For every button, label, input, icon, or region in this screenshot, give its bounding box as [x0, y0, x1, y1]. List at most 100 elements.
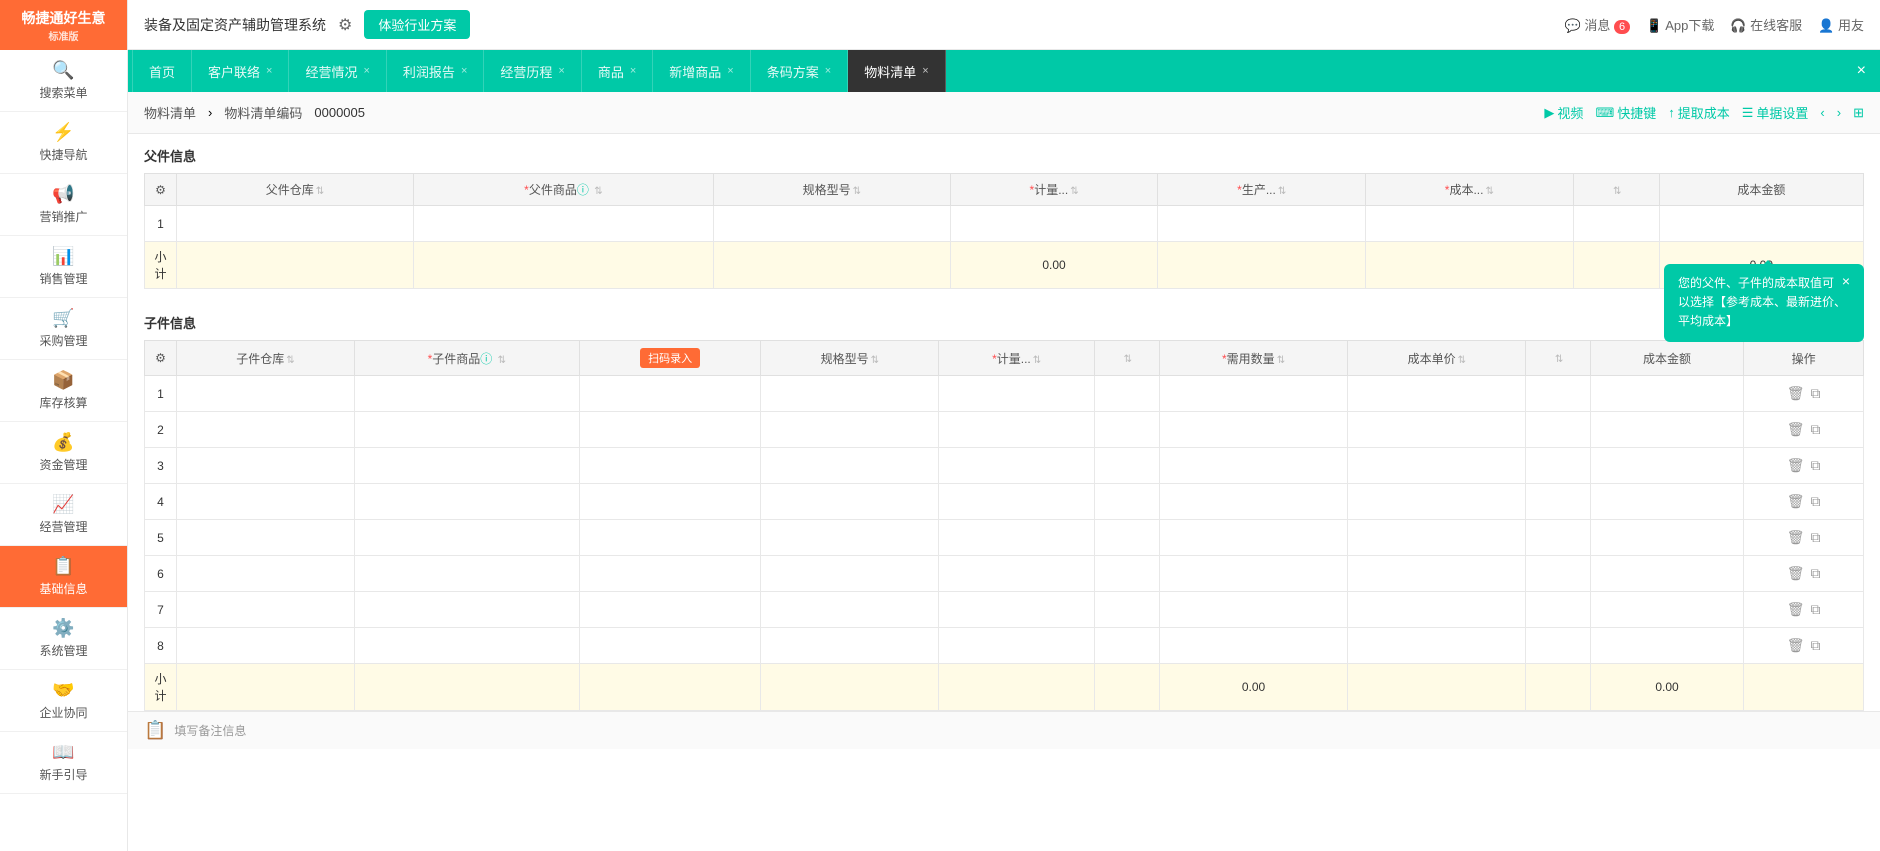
child-qty-cell[interactable]	[1159, 484, 1348, 520]
child-unit-cell[interactable]	[939, 556, 1095, 592]
view-video-btn[interactable]: ▶ 视频	[1544, 103, 1583, 122]
copy-icon[interactable]: ⧉	[1810, 565, 1820, 582]
copy-icon[interactable]: ⧉	[1810, 385, 1820, 402]
child-spec-cell[interactable]	[761, 628, 939, 664]
child-goods-cell[interactable]	[354, 412, 579, 448]
trial-button[interactable]: 体验行业方案	[364, 10, 470, 39]
sidebar-item-sales[interactable]: 📊 销售管理	[0, 236, 127, 298]
child-unit-price-cell[interactable]	[1348, 556, 1526, 592]
child-goods-cell[interactable]	[354, 484, 579, 520]
delete-icon[interactable]: 🗑	[1787, 565, 1805, 582]
expand-btn[interactable]: ⊞	[1853, 105, 1864, 121]
child-warehouse-cell[interactable]	[177, 484, 355, 520]
parent-unit-cell[interactable]	[950, 206, 1158, 242]
extract-cost-btn[interactable]: ↑ 提取成本	[1668, 103, 1730, 122]
delete-icon[interactable]: 🗑	[1787, 457, 1805, 474]
child-goods-cell[interactable]	[354, 520, 579, 556]
child-unit-cell[interactable]	[939, 592, 1095, 628]
sidebar-item-search[interactable]: 🔍 搜索菜单	[0, 50, 127, 112]
child-qty-cell[interactable]	[1159, 412, 1348, 448]
col-sort-icon[interactable]: ⇅	[594, 186, 602, 197]
tab-history-close[interactable]: ×	[558, 65, 564, 77]
child-unit-price-cell[interactable]	[1348, 520, 1526, 556]
child-unit-price-cell[interactable]	[1348, 484, 1526, 520]
col-sort-icon[interactable]: ⇅	[1277, 355, 1285, 366]
child-spec-cell[interactable]	[761, 412, 939, 448]
child-qty-cell[interactable]	[1159, 520, 1348, 556]
col-sort-icon[interactable]: ⇅	[1485, 186, 1493, 197]
child-qty-cell[interactable]	[1159, 628, 1348, 664]
child-warehouse-cell[interactable]	[177, 556, 355, 592]
child-warehouse-cell[interactable]	[177, 628, 355, 664]
child-qty-cell[interactable]	[1159, 448, 1348, 484]
sidebar-item-operations[interactable]: 📈 经营管理	[0, 484, 127, 546]
delete-icon[interactable]: 🗑	[1787, 493, 1805, 510]
tab-home[interactable]: 首页	[132, 50, 192, 92]
tab-operations-close[interactable]: ×	[363, 65, 369, 77]
child-unit-price-cell[interactable]	[1348, 412, 1526, 448]
child-qty-cell[interactable]	[1159, 376, 1348, 412]
nav-prev-btn[interactable]: ‹	[1820, 105, 1824, 120]
copy-icon[interactable]: ⧉	[1810, 421, 1820, 438]
col-sort-icon[interactable]: ⇅	[498, 355, 506, 366]
tab-customer-close[interactable]: ×	[266, 65, 272, 77]
child-warehouse-cell[interactable]	[177, 412, 355, 448]
child-qty-cell[interactable]	[1159, 592, 1348, 628]
col-sort-icon[interactable]: ⇅	[1070, 186, 1078, 197]
nav-close-all[interactable]: ×	[1847, 50, 1876, 92]
child-warehouse-cell[interactable]	[177, 376, 355, 412]
sidebar-item-guide[interactable]: 📖 新手引导	[0, 732, 127, 794]
header-settings-icon[interactable]: ⚙	[338, 15, 352, 35]
tab-add-goods-close[interactable]: ×	[727, 65, 733, 77]
parent-goods-cell[interactable]	[413, 206, 713, 242]
child-unit-price-cell[interactable]	[1348, 376, 1526, 412]
shortcut-btn[interactable]: ⌨ 快捷键	[1595, 103, 1656, 122]
child-unit-cell[interactable]	[939, 628, 1095, 664]
delete-icon[interactable]: 🗑	[1787, 421, 1805, 438]
message-area[interactable]: 💬 消息 6	[1565, 15, 1631, 34]
child-spec-cell[interactable]	[761, 484, 939, 520]
child-unit-cell[interactable]	[939, 412, 1095, 448]
child-warehouse-cell[interactable]	[177, 520, 355, 556]
delete-icon[interactable]: 🗑	[1787, 385, 1805, 402]
delete-icon[interactable]: 🗑	[1787, 601, 1805, 618]
child-warehouse-cell[interactable]	[177, 592, 355, 628]
breadcrumb-bom[interactable]: 物料清单	[144, 103, 196, 122]
sidebar-item-inventory[interactable]: 📦 库存核算	[0, 360, 127, 422]
single-setting-btn[interactable]: ☰ 单据设置	[1742, 103, 1809, 122]
child-unit-cell[interactable]	[939, 376, 1095, 412]
col-sort-icon[interactable]: ⇅	[1458, 355, 1466, 366]
col-sort-icon[interactable]: ⇅	[1278, 186, 1286, 197]
child-unit-price-cell[interactable]	[1348, 592, 1526, 628]
child-unit-price-cell[interactable]	[1348, 448, 1526, 484]
child-warehouse-cell[interactable]	[177, 448, 355, 484]
user-menu[interactable]: 👤 用友	[1818, 15, 1864, 34]
col-sort-icon[interactable]: ⇅	[871, 355, 879, 366]
col-sort-icon[interactable]: ⇅	[316, 186, 324, 197]
child-unit-price-cell[interactable]	[1348, 628, 1526, 664]
parent-produce-cell[interactable]	[1158, 206, 1366, 242]
child-spec-cell[interactable]	[761, 448, 939, 484]
sidebar-item-purchase[interactable]: 🛒 采购管理	[0, 298, 127, 360]
tab-profit[interactable]: 利润报告 ×	[387, 50, 484, 92]
delete-icon[interactable]: 🗑	[1787, 529, 1805, 546]
sidebar-item-finance[interactable]: 💰 资金管理	[0, 422, 127, 484]
copy-icon[interactable]: ⧉	[1810, 529, 1820, 546]
copy-icon[interactable]: ⧉	[1810, 493, 1820, 510]
tab-bom[interactable]: 物料清单 ×	[848, 50, 945, 92]
copy-icon[interactable]: ⧉	[1810, 601, 1820, 618]
delete-icon[interactable]: 🗑	[1787, 637, 1805, 654]
child-spec-cell[interactable]	[761, 592, 939, 628]
child-spec-cell[interactable]	[761, 556, 939, 592]
child-qty-cell[interactable]	[1159, 556, 1348, 592]
nav-next-btn[interactable]: ›	[1837, 105, 1841, 120]
tab-goods[interactable]: 商品 ×	[582, 50, 653, 92]
child-unit-cell[interactable]	[939, 520, 1095, 556]
child-goods-cell[interactable]	[354, 628, 579, 664]
child-goods-cell[interactable]	[354, 592, 579, 628]
child-goods-cell[interactable]	[354, 376, 579, 412]
tab-bom-close[interactable]: ×	[922, 65, 928, 77]
col-sort-icon[interactable]: ⇅	[1033, 355, 1041, 366]
col-sort-icon[interactable]: ⇅	[286, 355, 294, 366]
tab-barcode[interactable]: 条码方案 ×	[751, 50, 848, 92]
